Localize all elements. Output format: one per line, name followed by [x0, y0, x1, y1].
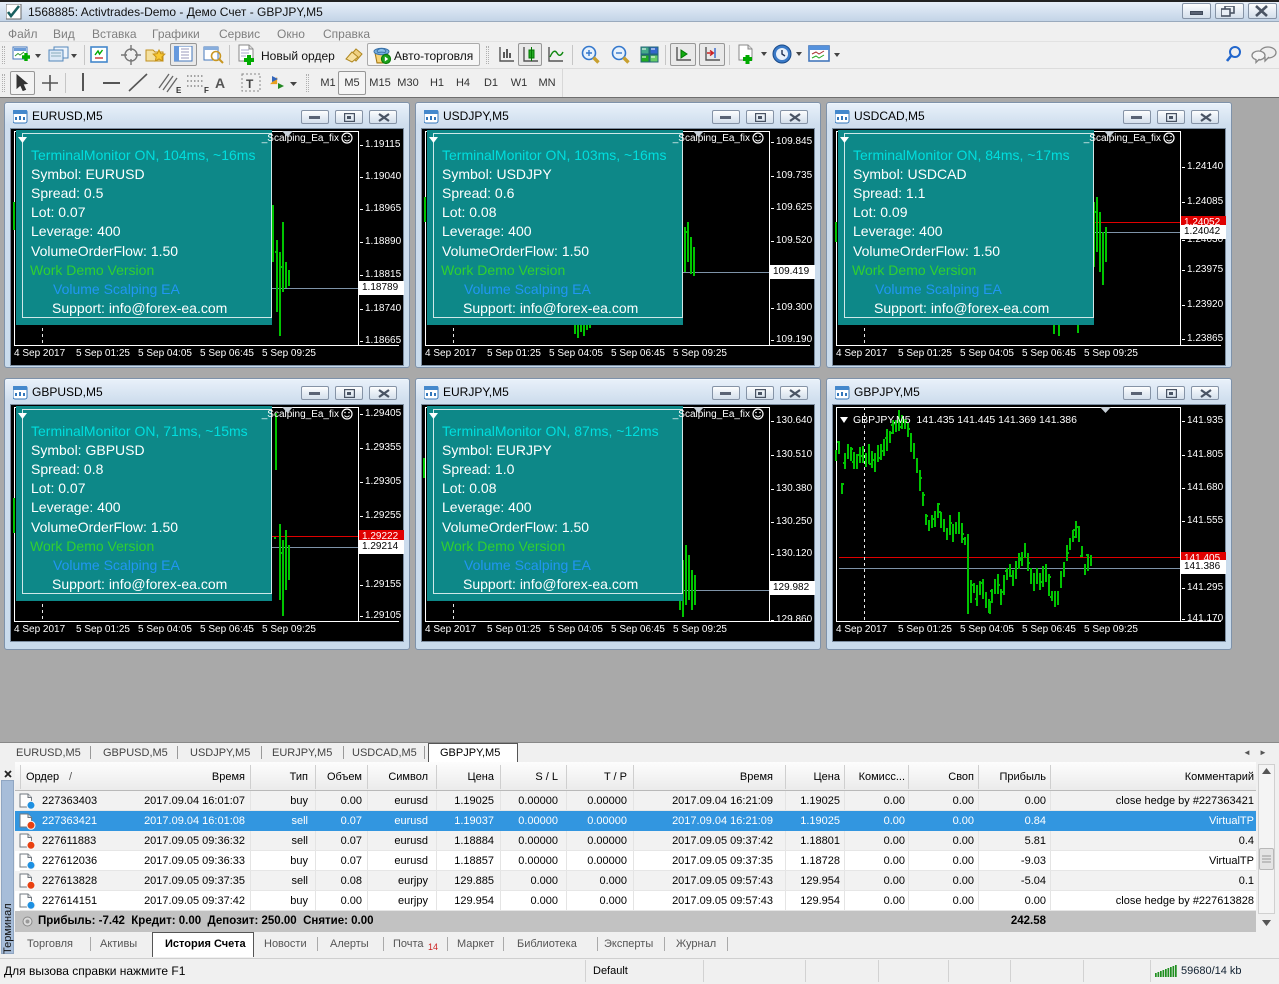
svg-text:T: T: [246, 77, 254, 91]
svg-text:F: F: [204, 86, 209, 94]
svg-text:E: E: [176, 86, 182, 94]
